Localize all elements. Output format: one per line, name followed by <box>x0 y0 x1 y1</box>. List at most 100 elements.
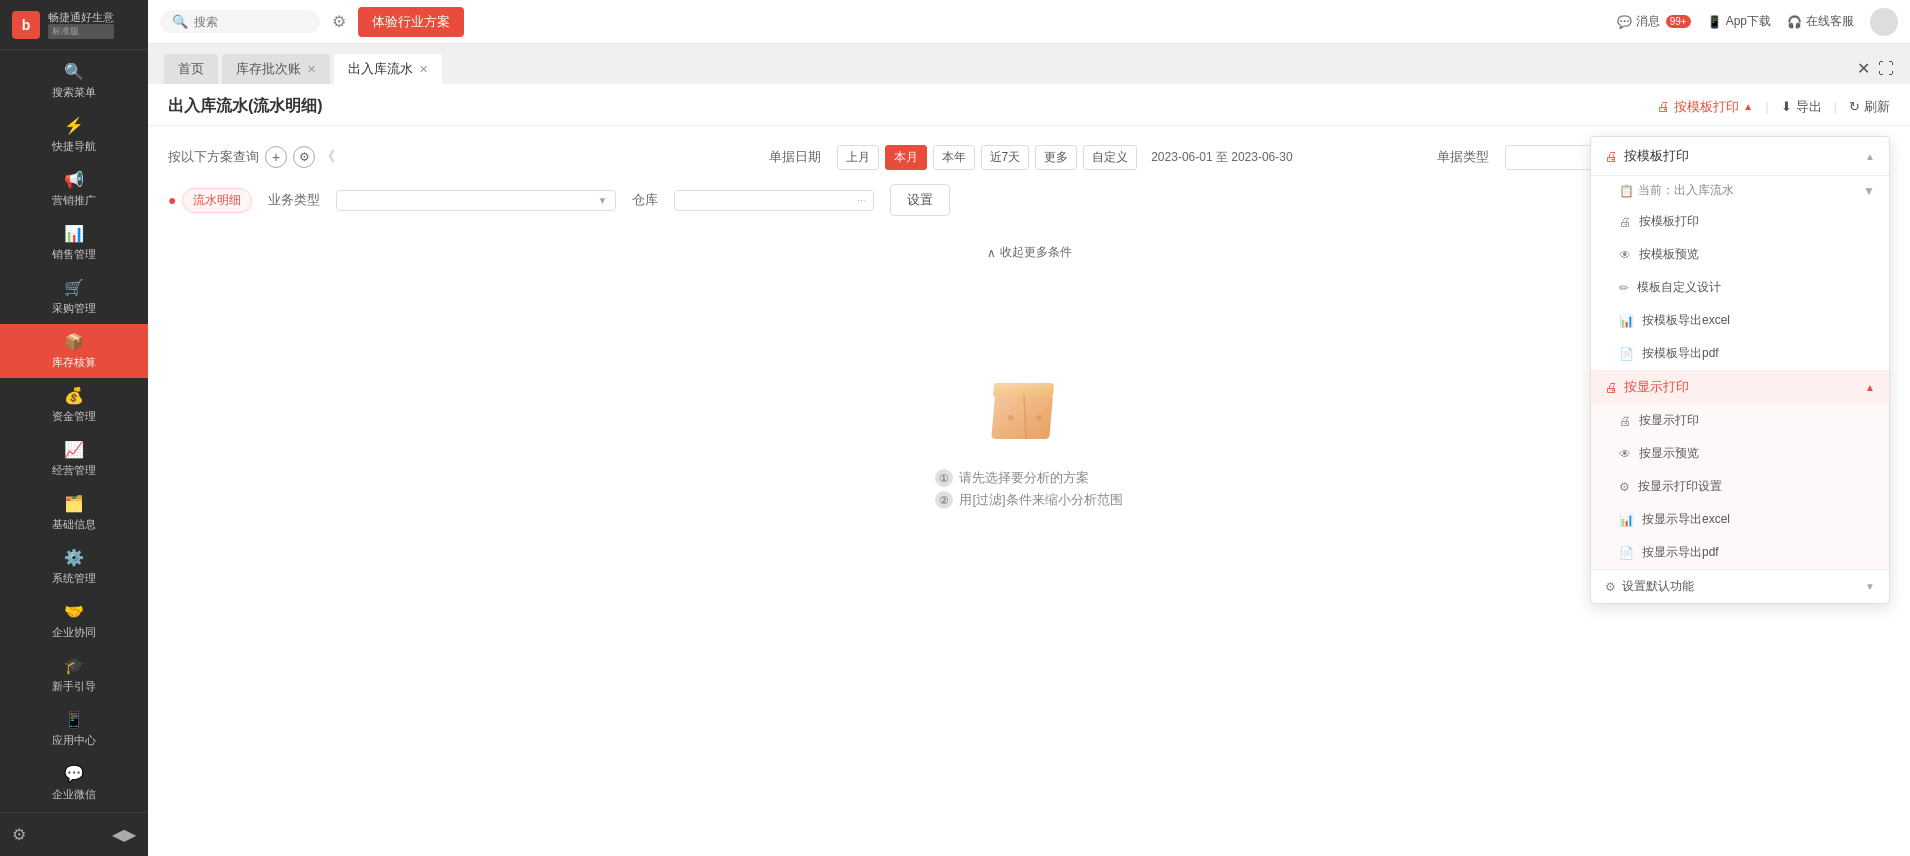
empty-box-svg <box>989 373 1069 443</box>
quick-nav-icon: ⚡ <box>64 116 84 135</box>
dropdown-footer[interactable]: ⚙ 设置默认功能 ▼ <box>1591 569 1889 603</box>
filter-add-btn[interactable]: + <box>265 146 287 168</box>
sidebar-item-app-center[interactable]: 📱 应用中心 <box>0 702 148 756</box>
tab-home[interactable]: 首页 <box>164 54 218 84</box>
gear-icon[interactable]: ⚙ <box>332 12 346 31</box>
tab-inventory-batch-close[interactable]: ✕ <box>307 63 316 76</box>
sidebar-item-member[interactable]: 👑 畅会员 <box>0 810 148 812</box>
sidebar-item-finance[interactable]: 💰 资金管理 <box>0 378 148 432</box>
template-design-label: 模板自定义设计 <box>1637 279 1721 296</box>
search-input[interactable] <box>194 15 294 29</box>
hint-item-1: ① 请先选择要分析的方案 <box>935 469 1122 487</box>
sidebar-item-search[interactable]: 🔍 搜索菜单 <box>0 54 148 108</box>
display-pdf-label: 按显示导出pdf <box>1642 544 1719 561</box>
refresh-icon: ↻ <box>1849 99 1860 114</box>
sidebar-item-purchase-label: 采购管理 <box>52 301 96 316</box>
sales-icon: 📊 <box>64 224 84 243</box>
inventory-icon: 📦 <box>64 332 84 351</box>
date-btn-7days[interactable]: 近7天 <box>981 145 1030 170</box>
tab-inventory-flow-close[interactable]: ✕ <box>419 63 428 76</box>
sidebar-item-purchase[interactable]: 🛒 采购管理 <box>0 270 148 324</box>
app-version: 标准版 <box>48 24 114 39</box>
filter-settings-btn[interactable]: ⚙ <box>293 146 315 168</box>
headset-icon: 🎧 <box>1787 15 1802 29</box>
section2-header[interactable]: 🖨 按显示打印 ▲ <box>1591 370 1889 404</box>
dropdown-item-template-design[interactable]: ✏ 模板自定义设计 <box>1591 271 1889 304</box>
settings-btn[interactable]: 设置 <box>890 184 950 216</box>
filter-tag[interactable]: 流水明细 <box>182 188 252 213</box>
search-icon: 🔍 <box>172 14 188 29</box>
divider2: | <box>1834 99 1837 114</box>
tag-icon: ● <box>168 192 176 208</box>
collapse-btn[interactable]: ∧ 收起更多条件 <box>987 236 1072 269</box>
wechat-icon: 💬 <box>64 764 84 783</box>
warehouse-select[interactable]: ··· <box>674 190 874 211</box>
app-download-action[interactable]: 📱 App下载 <box>1707 13 1771 30</box>
basic-info-icon: 🗂️ <box>64 494 84 513</box>
date-btn-this-year[interactable]: 本年 <box>933 145 975 170</box>
date-btn-more[interactable]: 更多 <box>1035 145 1077 170</box>
sidebar-item-guide[interactable]: 🎓 新手引导 <box>0 648 148 702</box>
mobile-icon: 📱 <box>1707 15 1722 29</box>
display-pdf-icon: 📄 <box>1619 546 1634 560</box>
dropdown-item-display-pdf[interactable]: 📄 按显示导出pdf <box>1591 536 1889 569</box>
dropdown-item-display-preview[interactable]: 👁 按显示预览 <box>1591 437 1889 470</box>
sidebar-item-sales[interactable]: 📊 销售管理 <box>0 216 148 270</box>
search-box[interactable]: 🔍 <box>160 10 320 33</box>
topbar-actions: 💬 消息 99+ 📱 App下载 🎧 在线客服 <box>1617 8 1898 36</box>
dropdown-item-template-print[interactable]: 🖨 按模板打印 <box>1591 205 1889 238</box>
sidebar-item-marketing[interactable]: 📢 营销推广 <box>0 162 148 216</box>
export-btn[interactable]: ⬇ 导出 <box>1781 98 1822 116</box>
export-label: 导出 <box>1796 98 1822 116</box>
dropdown-item-display-excel[interactable]: 📊 按显示导出excel <box>1591 503 1889 536</box>
sidebar-item-inventory[interactable]: 📦 库存核算 <box>0 324 148 378</box>
current-setting: 📋 当前：出入库流水 ▼ <box>1591 176 1889 205</box>
tab-inventory-flow[interactable]: 出入库流水 ✕ <box>334 54 442 84</box>
dropdown-item-template-pdf[interactable]: 📄 按模板导出pdf <box>1591 337 1889 370</box>
template-print-btn[interactable]: 🖨 按模板打印 ▲ <box>1657 98 1753 116</box>
dropdown-item-template-excel[interactable]: 📊 按模板导出excel <box>1591 304 1889 337</box>
svg-rect-1 <box>993 383 1054 397</box>
page-title: 出入库流水(流水明细) <box>168 96 323 117</box>
user-avatar[interactable] <box>1870 8 1898 36</box>
collapse-sidebar-icon[interactable]: ◀▶ <box>112 825 136 844</box>
footer-settings-icon: ⚙ <box>1605 580 1616 594</box>
sidebar-item-system[interactable]: ⚙️ 系统管理 <box>0 540 148 594</box>
date-btn-custom[interactable]: 自定义 <box>1083 145 1137 170</box>
settings-footer-icon[interactable]: ⚙ <box>12 825 26 844</box>
hint-num-1: ① <box>935 469 953 487</box>
sidebar-item-basic-info[interactable]: 🗂️ 基础信息 <box>0 486 148 540</box>
dropdown-item-template-preview[interactable]: 👁 按模板预览 <box>1591 238 1889 271</box>
sidebar-item-operations[interactable]: 📈 经营管理 <box>0 432 148 486</box>
sidebar-item-sales-label: 销售管理 <box>52 247 96 262</box>
date-btn-last-month[interactable]: 上月 <box>837 145 879 170</box>
sidebar-item-enterprise[interactable]: 🤝 企业协同 <box>0 594 148 648</box>
svg-point-3 <box>1008 415 1014 421</box>
app-download-label: App下载 <box>1726 13 1771 30</box>
date-options: 上月 本月 本年 近7天 更多 自定义 2023-06-01 至 2023-06… <box>837 145 1422 170</box>
empty-state-image <box>989 373 1069 453</box>
tab-inventory-batch[interactable]: 库存批次账 ✕ <box>222 54 330 84</box>
date-btn-this-month[interactable]: 本月 <box>885 145 927 170</box>
current-label: 当前：出入库流水 <box>1638 182 1734 199</box>
content-area: 出入库流水(流水明细) 🖨 按模板打印 ▲ | ⬇ 导出 | ↻ <box>148 84 1910 856</box>
message-action[interactable]: 💬 消息 99+ <box>1617 13 1691 30</box>
message-label: 消息 <box>1636 13 1660 30</box>
filter-collapse-btn[interactable]: 《 <box>321 148 335 166</box>
sidebar-item-wechat[interactable]: 💬 企业微信 <box>0 756 148 810</box>
enterprise-icon: 🤝 <box>64 602 84 621</box>
template-excel-icon: 📊 <box>1619 314 1634 328</box>
section2-icon: 🖨 <box>1605 380 1618 395</box>
sidebar-item-quick-nav[interactable]: ⚡ 快捷导航 <box>0 108 148 162</box>
trial-btn[interactable]: 体验行业方案 <box>358 7 464 37</box>
dropdown-item-display-settings[interactable]: ⚙ 按显示打印设置 <box>1591 470 1889 503</box>
refresh-btn[interactable]: ↻ 刷新 <box>1849 98 1890 116</box>
dropdown-item-display-print[interactable]: 🖨 按显示打印 <box>1591 404 1889 437</box>
expand-tab-btn[interactable]: ⛶ <box>1878 60 1894 78</box>
business-type-arrow-icon: ▼ <box>598 195 608 206</box>
online-service-action[interactable]: 🎧 在线客服 <box>1787 13 1854 30</box>
display-preview-label: 按显示预览 <box>1639 445 1699 462</box>
close-tab-btn[interactable]: ✕ <box>1857 59 1870 78</box>
warehouse-label: 仓库 <box>632 191 658 209</box>
business-type-select[interactable]: ▼ <box>336 190 616 211</box>
